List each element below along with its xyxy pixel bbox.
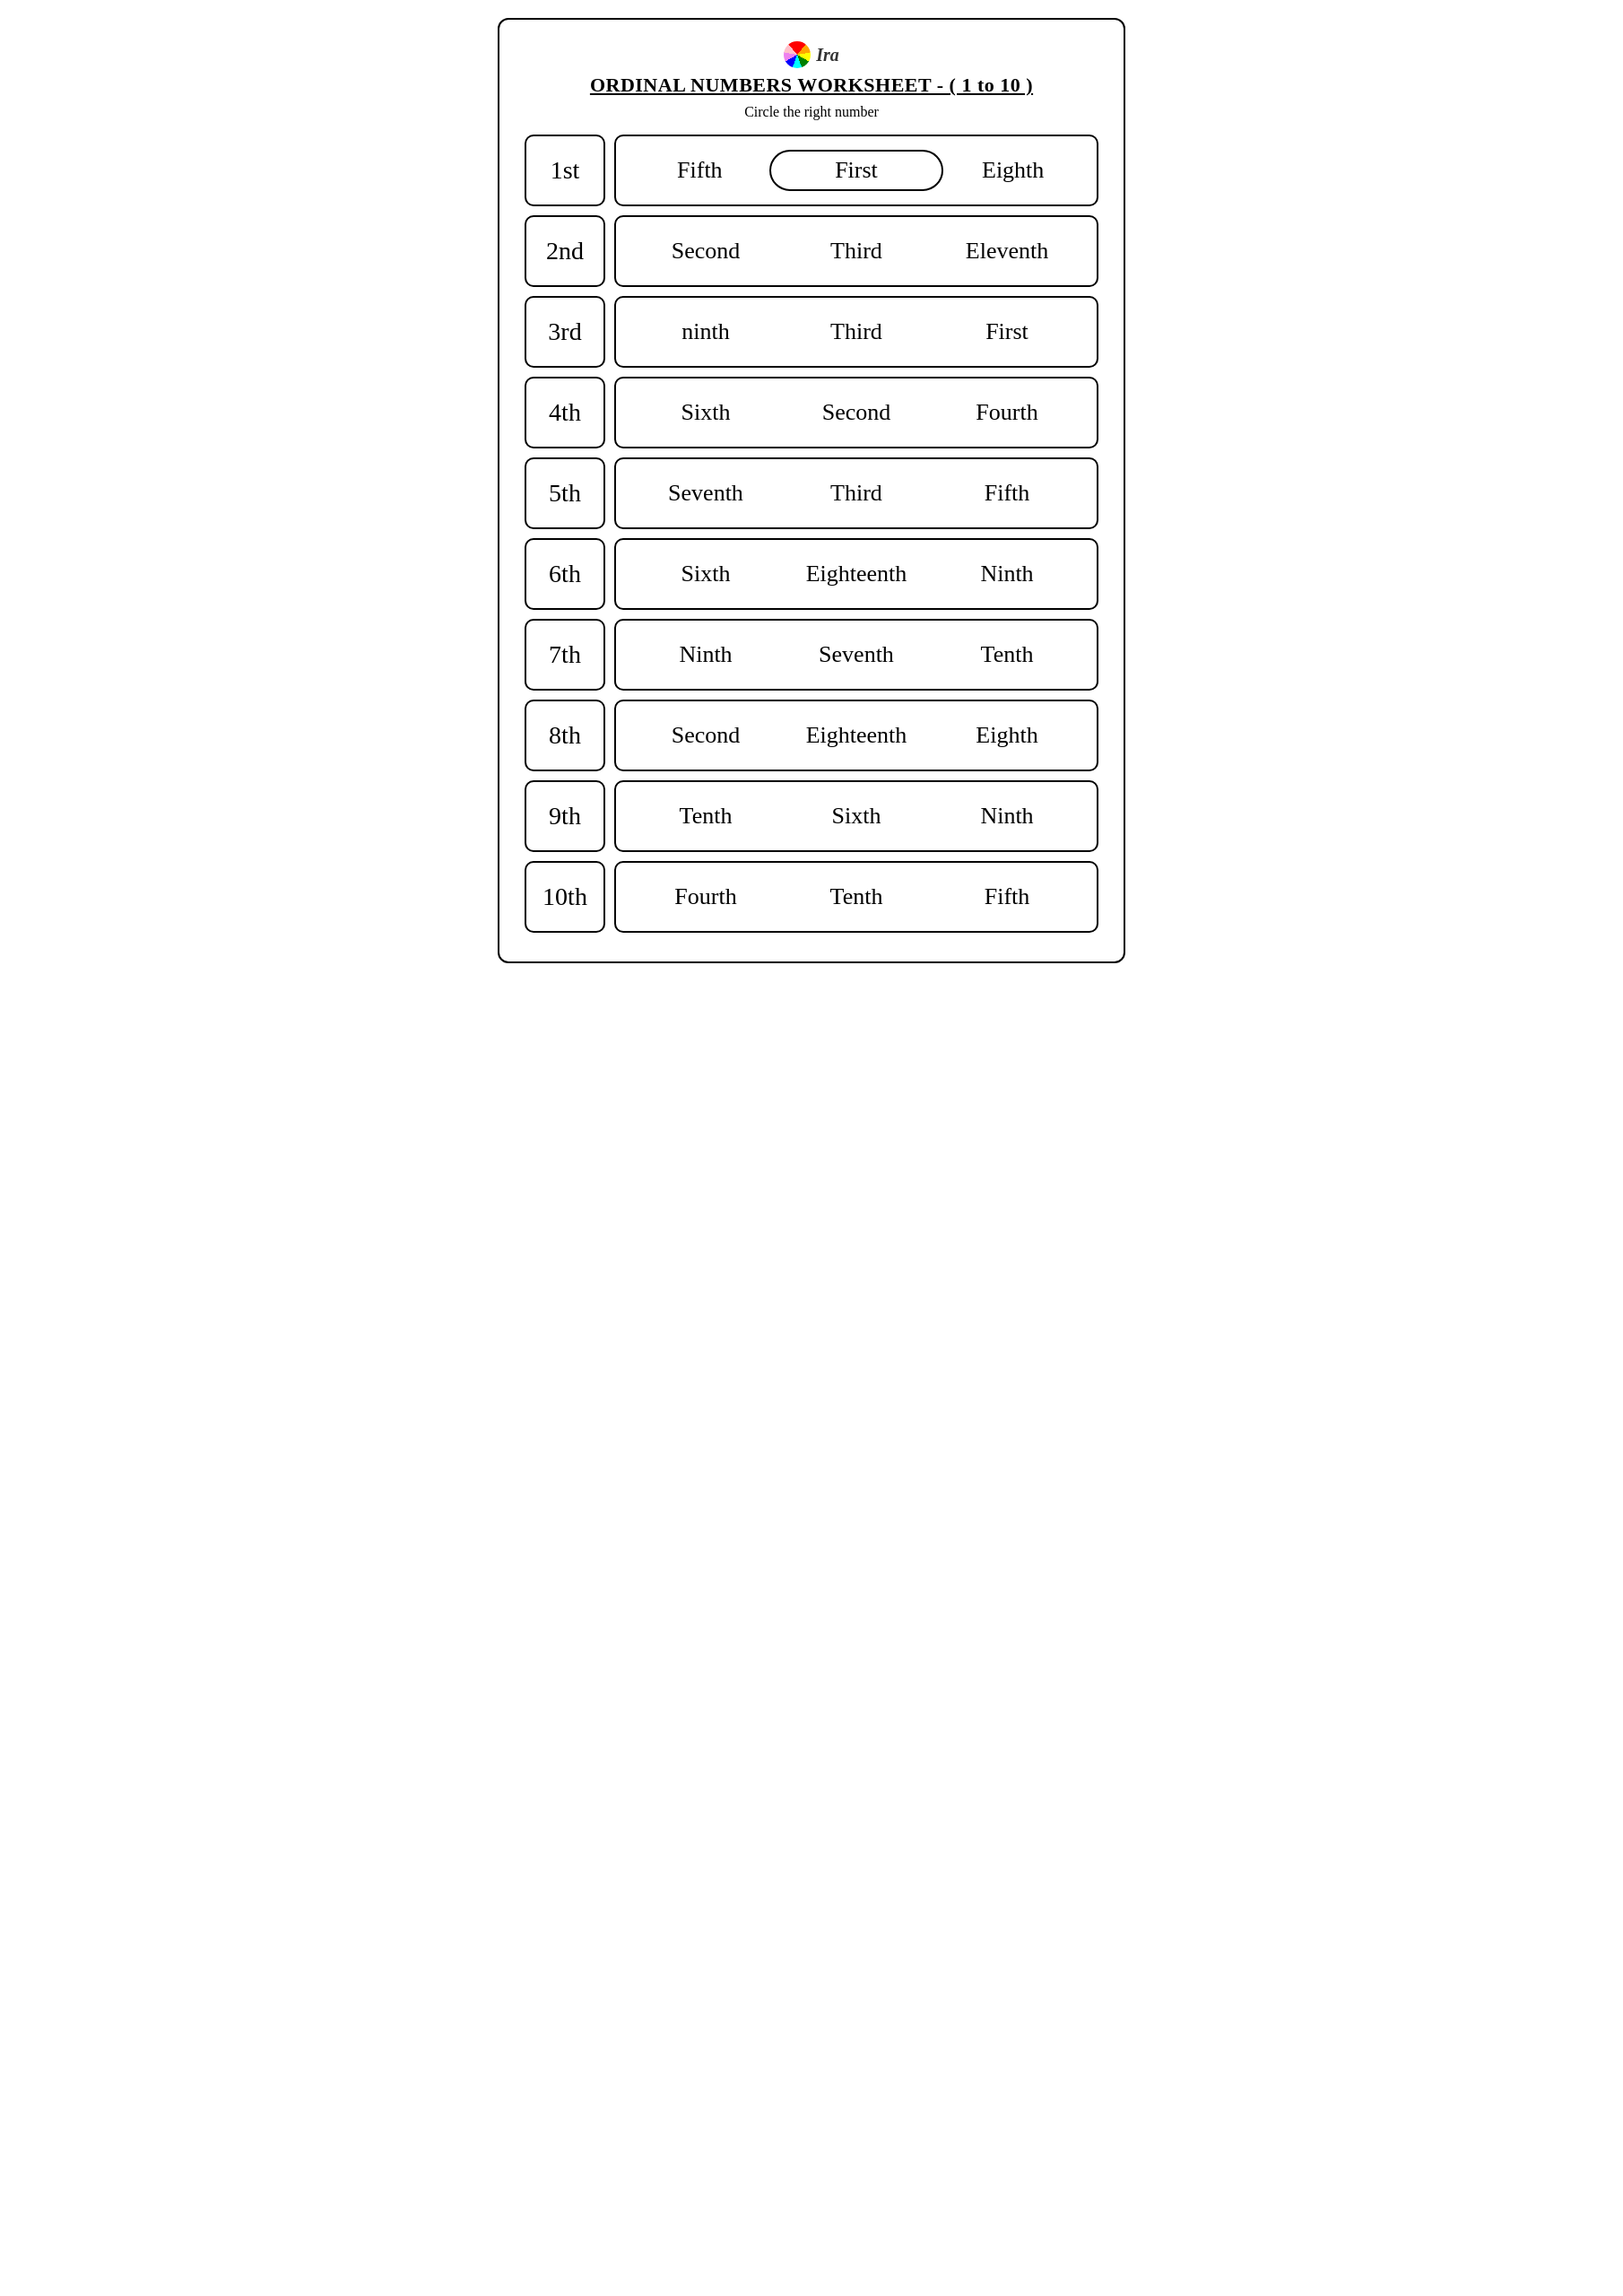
choice-option[interactable]: Second: [630, 238, 781, 265]
choice-option[interactable]: Ninth: [630, 641, 781, 668]
worksheet-row: 2ndSecondThirdEleventh: [525, 215, 1098, 287]
choices-box: TenthSixthNinth: [614, 780, 1098, 852]
choice-option[interactable]: Third: [781, 238, 932, 265]
choice-option[interactable]: Eighteenth: [781, 561, 932, 587]
ordinal-label: 2nd: [525, 215, 605, 287]
choice-option[interactable]: Tenth: [781, 883, 932, 910]
worksheet-row: 6thSixthEighteenthNinth: [525, 538, 1098, 610]
choice-option[interactable]: Sixth: [630, 561, 781, 587]
choice-option[interactable]: First: [769, 150, 944, 191]
choices-box: SixthEighteenthNinth: [614, 538, 1098, 610]
choice-option[interactable]: ninth: [630, 318, 781, 345]
choice-option[interactable]: Seventh: [630, 480, 781, 507]
choice-option[interactable]: Fourth: [630, 883, 781, 910]
choice-option[interactable]: Sixth: [630, 399, 781, 426]
choice-option[interactable]: Eighth: [932, 722, 1082, 749]
worksheet-row: 9thTenthSixthNinth: [525, 780, 1098, 852]
choice-option[interactable]: Second: [630, 722, 781, 749]
worksheet-row: 5thSeventhThirdFifth: [525, 457, 1098, 529]
subtitle: Circle the right number: [744, 104, 879, 120]
ordinal-label: 1st: [525, 135, 605, 206]
choices-box: SecondThirdEleventh: [614, 215, 1098, 287]
choices-box: SecondEighteenthEighth: [614, 700, 1098, 771]
worksheet-row: 8thSecondEighteenthEighth: [525, 700, 1098, 771]
choices-box: ninthThirdFirst: [614, 296, 1098, 368]
ordinal-label: 9th: [525, 780, 605, 852]
main-title: ORDINAL NUMBERS WORKSHEET - ( 1 to 10 ): [590, 74, 1033, 97]
page: Ira ORDINAL NUMBERS WORKSHEET - ( 1 to 1…: [498, 18, 1125, 963]
choice-option[interactable]: Sixth: [781, 803, 932, 830]
ordinal-label: 8th: [525, 700, 605, 771]
choice-option[interactable]: Seventh: [781, 641, 932, 668]
worksheet-row: 3rdninthThirdFirst: [525, 296, 1098, 368]
worksheet-row: 10thFourthTenthFifth: [525, 861, 1098, 933]
choice-option[interactable]: Tenth: [630, 803, 781, 830]
choices-box: SixthSecondFourth: [614, 377, 1098, 448]
choice-option[interactable]: Ninth: [932, 561, 1082, 587]
choices-box: FifthFirstEighth: [614, 135, 1098, 206]
worksheet-row: 1stFifthFirstEighth: [525, 135, 1098, 206]
choice-option[interactable]: Third: [781, 480, 932, 507]
logo-icon: [784, 41, 811, 68]
choice-option[interactable]: Fifth: [932, 883, 1082, 910]
choice-option[interactable]: Fifth: [932, 480, 1082, 507]
logo-area: Ira: [784, 41, 839, 68]
worksheet-row: 4thSixthSecondFourth: [525, 377, 1098, 448]
worksheet-grid: 1stFifthFirstEighth2ndSecondThirdElevent…: [525, 135, 1098, 933]
ordinal-label: 4th: [525, 377, 605, 448]
choice-option[interactable]: Tenth: [932, 641, 1082, 668]
ordinal-label: 7th: [525, 619, 605, 691]
ordinal-label: 10th: [525, 861, 605, 933]
choice-option[interactable]: Second: [781, 399, 932, 426]
worksheet-row: 7thNinthSeventhTenth: [525, 619, 1098, 691]
ordinal-label: 6th: [525, 538, 605, 610]
choice-option[interactable]: Eighth: [943, 157, 1082, 184]
choices-box: SeventhThirdFifth: [614, 457, 1098, 529]
choice-option[interactable]: Ninth: [932, 803, 1082, 830]
choices-box: FourthTenthFifth: [614, 861, 1098, 933]
logo-text: Ira: [816, 45, 839, 65]
header: Ira ORDINAL NUMBERS WORKSHEET - ( 1 to 1…: [525, 41, 1098, 120]
choice-option[interactable]: Eleventh: [932, 238, 1082, 265]
ordinal-label: 3rd: [525, 296, 605, 368]
ordinal-label: 5th: [525, 457, 605, 529]
choice-option[interactable]: Eighteenth: [781, 722, 932, 749]
choices-box: NinthSeventhTenth: [614, 619, 1098, 691]
choice-option[interactable]: Fourth: [932, 399, 1082, 426]
choice-option[interactable]: First: [932, 318, 1082, 345]
choice-option[interactable]: Fifth: [630, 157, 769, 184]
choice-option[interactable]: Third: [781, 318, 932, 345]
